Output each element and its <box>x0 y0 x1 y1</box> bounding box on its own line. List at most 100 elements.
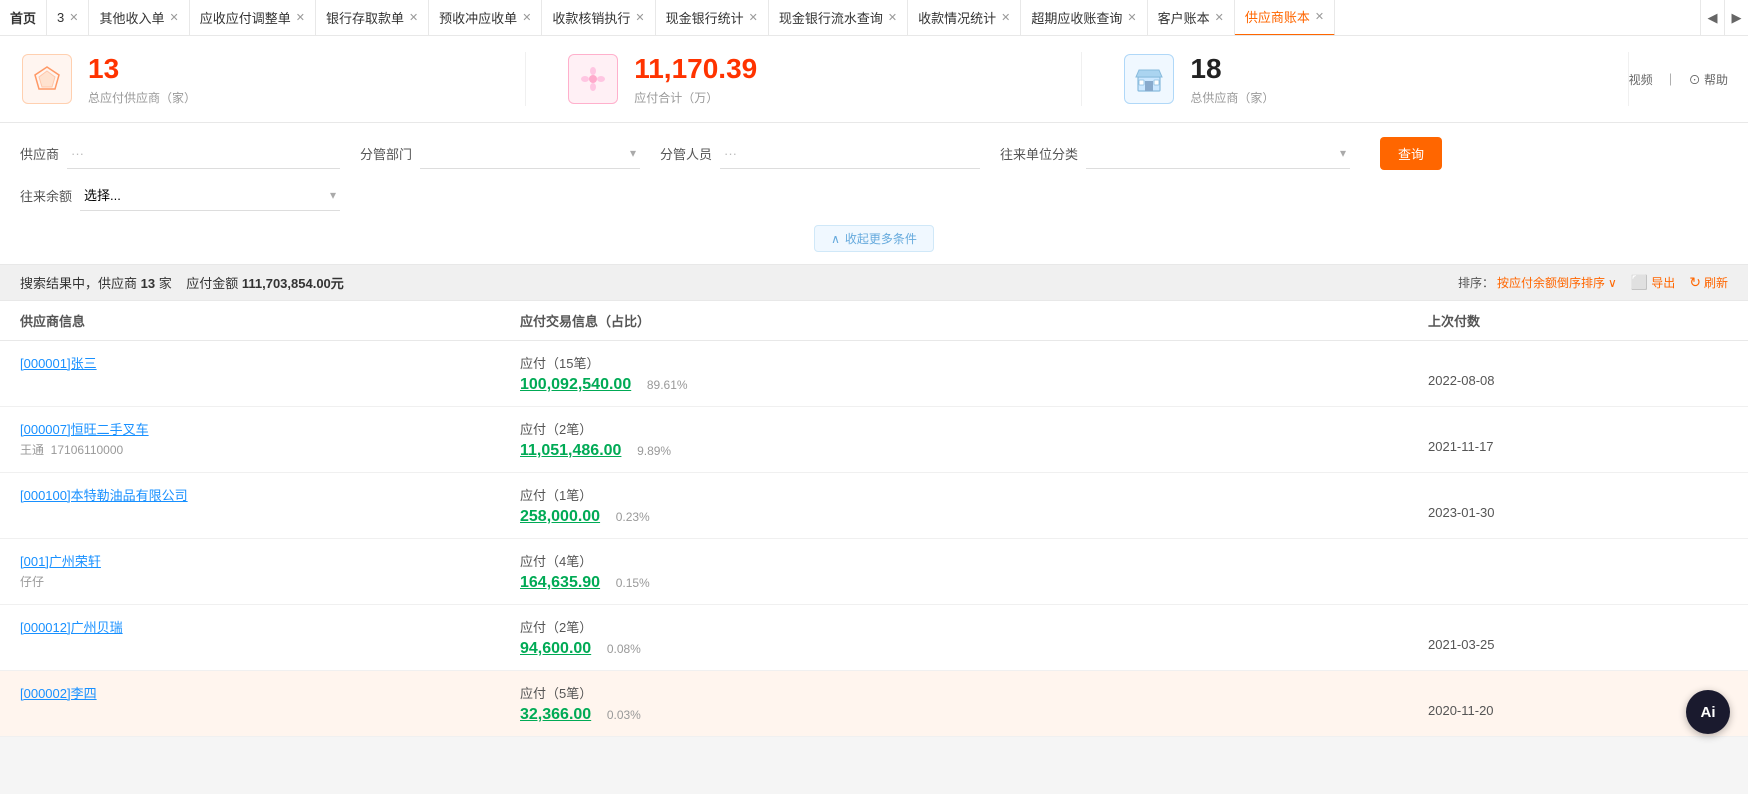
col-header-transaction: 应付交易信息（占比） <box>520 311 1428 330</box>
help-video-link[interactable]: 视频 <box>1629 71 1653 88</box>
nav-tab-receipt[interactable]: 收款核销执行 ✕ <box>542 0 655 36</box>
filter-person: 分管人员 <box>660 139 980 169</box>
overdue-label: 超期应收账查询 <box>1031 8 1122 27</box>
supplier-name-link[interactable]: [000001]张三 <box>20 353 520 372</box>
collapse-button[interactable]: ∧ 收起更多条件 <box>814 225 934 252</box>
supplier-filter-label: 供应商 <box>20 144 59 163</box>
adjust-label: 应收应付调整单 <box>200 8 291 27</box>
payable-suppliers-label: 总应付供应商（家） <box>88 89 196 106</box>
tx-label: 应付（2笔） <box>520 419 1428 438</box>
table-row: [000001]张三 应付（15笔） 100,092,540.00 89.61%… <box>0 341 1748 407</box>
collapse-label: 收起更多条件 <box>845 230 917 247</box>
supplier-input[interactable] <box>67 139 340 169</box>
nav-tab-supplier[interactable]: 供应商账本 ✕ <box>1235 0 1335 36</box>
nav-tab-receipt-stat[interactable]: 收款情况统计 ✕ <box>908 0 1021 36</box>
export-label: 导出 <box>1651 274 1675 291</box>
balance-select[interactable]: 选择... <box>80 180 340 210</box>
tx-amount-link[interactable]: 100,092,540.00 <box>520 376 631 393</box>
nav-next-arrow[interactable]: ▶ <box>1724 0 1748 36</box>
department-filter-label: 分管部门 <box>360 144 412 163</box>
nav-tab-adjust[interactable]: 应收应付调整单 ✕ <box>190 0 316 36</box>
total-suppliers-number: 18 <box>1190 52 1274 86</box>
last-pay-date: 2023-01-30 <box>1428 485 1728 520</box>
tx-label: 应付（15笔） <box>520 353 1428 372</box>
ai-button[interactable]: Ai <box>1686 690 1730 734</box>
close-icon[interactable]: ✕ <box>749 11 758 24</box>
last-pay-date: 2021-03-25 <box>1428 617 1728 652</box>
person-input[interactable] <box>720 139 980 169</box>
person-filter-label: 分管人员 <box>660 144 712 163</box>
close-icon[interactable]: ✕ <box>1215 11 1224 24</box>
filter-row-2: 往来余额 选择... ▾ <box>20 180 1728 211</box>
close-icon[interactable]: ✕ <box>69 11 78 24</box>
sort-label: 排序： <box>1458 274 1494 291</box>
tx-label: 应付（2笔） <box>520 617 1428 636</box>
tx-amount-link[interactable]: 258,000.00 <box>520 508 600 525</box>
department-select[interactable] <box>420 138 640 168</box>
query-button[interactable]: 查询 <box>1380 137 1442 170</box>
table-row: [000100]本特勒油品有限公司 应付（1笔） 258,000.00 0.23… <box>0 473 1748 539</box>
summary-card-payable-total: 11,170.39 应付合计（万） <box>526 52 1082 106</box>
close-icon[interactable]: ✕ <box>635 11 644 24</box>
tx-pct: 0.15% <box>616 576 650 590</box>
summary-icon-2 <box>566 52 620 106</box>
summary-card-total-suppliers: 18 总供应商（家） <box>1082 52 1628 106</box>
nav-tab-3[interactable]: 3 ✕ <box>47 0 89 36</box>
close-icon[interactable]: ✕ <box>409 11 418 24</box>
nav-tab-prepay[interactable]: 预收冲应收单 ✕ <box>429 0 542 36</box>
filter-supplier: 供应商 <box>20 139 340 169</box>
tx-amount-link[interactable]: 32,366.00 <box>520 706 591 723</box>
supplier-sub: 王通 17106110000 <box>20 441 520 458</box>
tx-pct: 89.61% <box>647 378 688 392</box>
close-icon[interactable]: ✕ <box>1315 10 1324 23</box>
result-info: 搜索结果中，供应商 13 家 应付金额 111,703,854.00元 <box>20 273 344 292</box>
tx-label: 应付（5笔） <box>520 683 1428 702</box>
tx-amount-link[interactable]: 94,600.00 <box>520 640 591 657</box>
nav-tab-cash-stat[interactable]: 现金银行统计 ✕ <box>656 0 769 36</box>
close-icon[interactable]: ✕ <box>296 11 305 24</box>
tx-pct: 0.03% <box>607 708 641 722</box>
supplier-name-link[interactable]: [000002]李四 <box>20 683 520 702</box>
supplier-name-link[interactable]: [000100]本特勒油品有限公司 <box>20 485 520 504</box>
bank-label: 银行存取款单 <box>326 8 404 27</box>
nav-tab-overdue[interactable]: 超期应收账查询 ✕ <box>1021 0 1147 36</box>
tab3-label: 3 <box>57 10 64 25</box>
supplier-name-link[interactable]: [001]广州荣轩 <box>20 551 520 570</box>
supplier-label: 供应商账本 <box>1245 7 1310 26</box>
help-area: 视频 ｜ ⊙ 帮助 <box>1629 71 1728 88</box>
supplier-name-link[interactable]: [000007]恒旺二手叉车 <box>20 419 520 438</box>
payable-total-label: 应付合计（万） <box>634 89 757 106</box>
unit-category-select[interactable] <box>1086 138 1350 168</box>
nav-arrows: ◀ ▶ <box>1700 0 1748 36</box>
data-table: 供应商信息 应付交易信息（占比） 上次付数 [000001]张三 应付（15笔）… <box>0 301 1748 737</box>
close-icon[interactable]: ✕ <box>888 11 897 24</box>
close-icon[interactable]: ✕ <box>1127 11 1136 24</box>
export-button[interactable]: ⬜ 导出 <box>1631 274 1675 291</box>
nav-tab-customer[interactable]: 客户账本 ✕ <box>1148 0 1235 36</box>
last-pay-date <box>1428 551 1728 571</box>
receipt-stat-label: 收款情况统计 <box>918 8 996 27</box>
close-icon[interactable]: ✕ <box>1001 11 1010 24</box>
home-label: 首页 <box>10 8 36 27</box>
help-link[interactable]: ⊙ 帮助 <box>1689 71 1728 88</box>
nav-prev-arrow[interactable]: ◀ <box>1700 0 1724 36</box>
nav-tab-other-income[interactable]: 其他收入单 ✕ <box>89 0 189 36</box>
shop-icon <box>1124 54 1174 104</box>
sort-button[interactable]: 排序： 按应付余额倒序排序 ∨ <box>1458 274 1617 291</box>
nav-tab-home[interactable]: 首页 <box>0 0 47 36</box>
transaction-cell: 应付（2笔） 94,600.00 0.08% <box>520 617 1428 658</box>
transaction-cell: 应付（1笔） 258,000.00 0.23% <box>520 485 1428 526</box>
refresh-button[interactable]: ↻ 刷新 <box>1689 274 1728 291</box>
customer-label: 客户账本 <box>1158 8 1210 27</box>
nav-tab-bank[interactable]: 银行存取款单 ✕ <box>316 0 429 36</box>
other-income-label: 其他收入单 <box>99 8 164 27</box>
close-icon[interactable]: ✕ <box>169 11 178 24</box>
tx-amount-link[interactable]: 164,635.90 <box>520 574 600 591</box>
collapse-chevron-icon: ∧ <box>831 232 840 246</box>
supplier-name-link[interactable]: [000012]广州贝瑞 <box>20 617 520 636</box>
supplier-info-cell: [000012]广州贝瑞 <box>20 617 520 636</box>
supplier-info-cell: [000007]恒旺二手叉车 王通 17106110000 <box>20 419 520 458</box>
tx-amount-link[interactable]: 11,051,486.00 <box>520 442 621 459</box>
nav-tab-cash-flow[interactable]: 现金银行流水查询 ✕ <box>769 0 908 36</box>
close-icon[interactable]: ✕ <box>522 11 531 24</box>
